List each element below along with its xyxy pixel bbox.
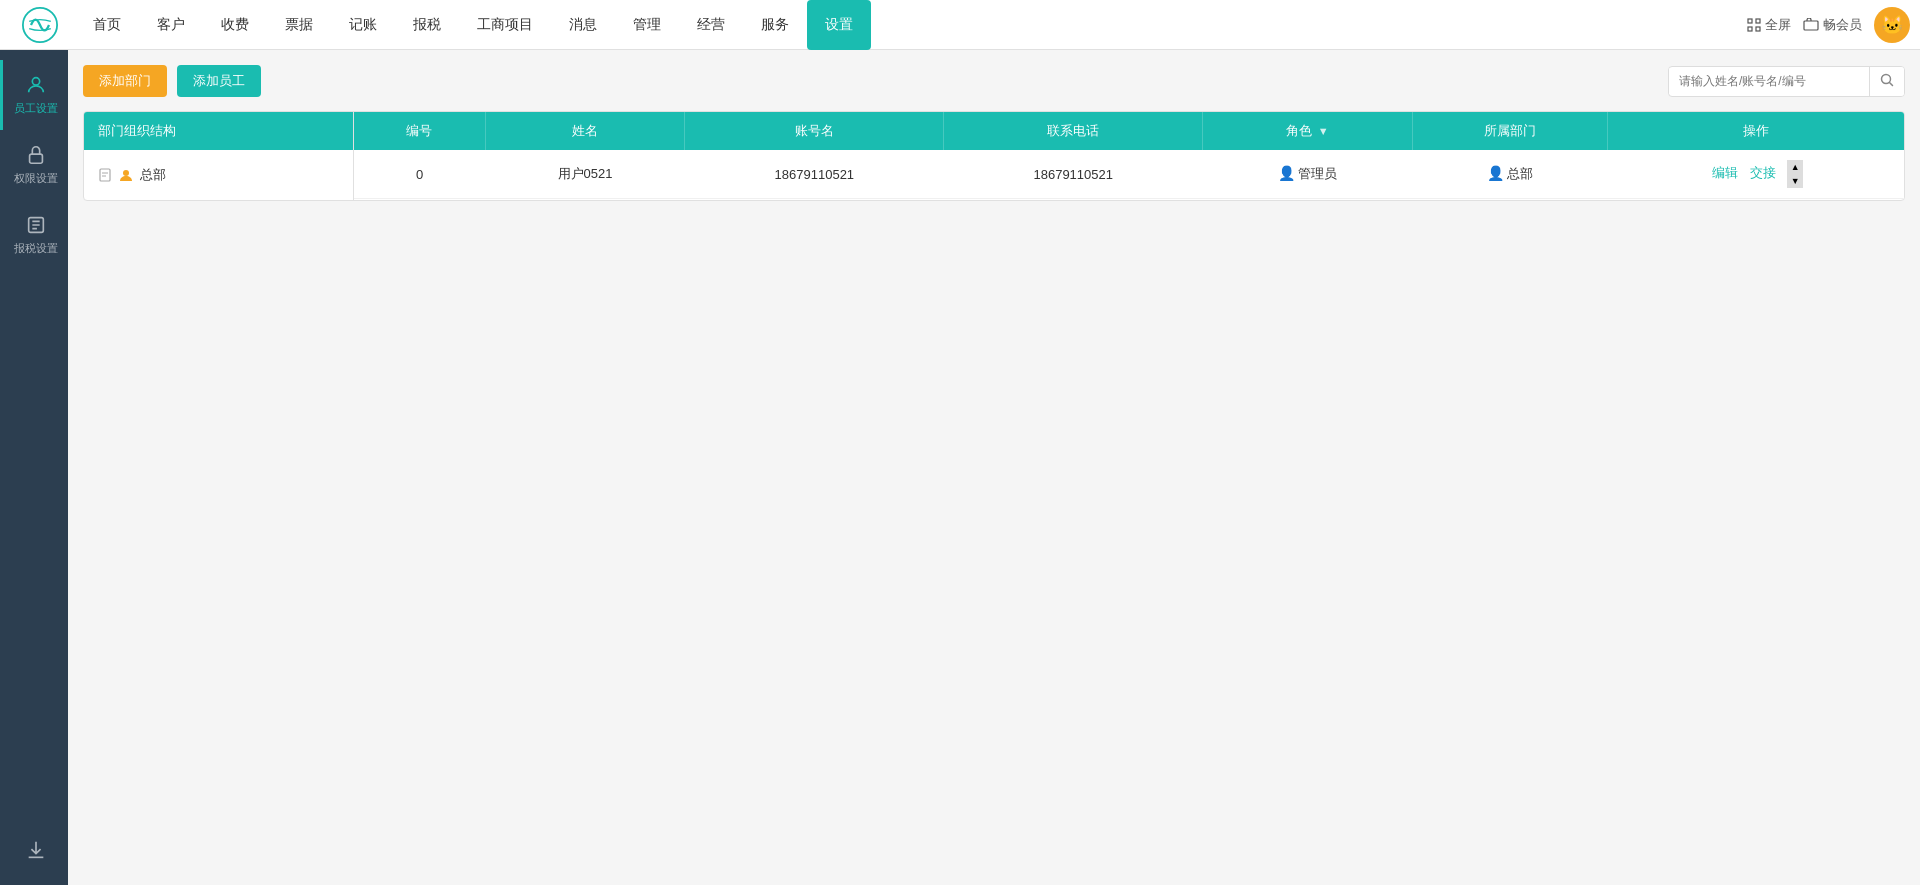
role-filter-icon[interactable]: ▼ (1318, 125, 1329, 137)
tree-node-root[interactable]: 总部 (94, 160, 343, 190)
logo (10, 7, 70, 43)
dept-icon: 👤 (1487, 165, 1504, 181)
nav-item-管理[interactable]: 管理 (615, 0, 679, 50)
dept-user-icon (118, 167, 134, 183)
nav-item-经营[interactable]: 经营 (679, 0, 743, 50)
col-dept: 所属部门 (1412, 112, 1607, 150)
col-phone: 联系电话 (944, 112, 1203, 150)
sidebar-download-btn[interactable] (0, 825, 68, 875)
tree-header: 部门组织结构 (84, 112, 353, 150)
svg-rect-7 (29, 154, 42, 163)
col-actions: 操作 (1607, 112, 1904, 150)
role-icon: 👤 (1278, 165, 1295, 181)
main-nav: 首页客户收费票据记账报税工商项目消息管理经营服务设置 (75, 0, 1747, 50)
nav-item-首页[interactable]: 首页 (75, 0, 139, 50)
search-input[interactable] (1669, 68, 1869, 94)
table-row: 0 用户0521 18679110521 18679110521 👤管理员 👤总… (354, 150, 1904, 199)
add-dept-button[interactable]: 添加部门 (83, 65, 167, 97)
col-account: 账号名 (685, 112, 944, 150)
scroll-up-btn[interactable]: ▲ (1787, 160, 1803, 174)
search-bar (1668, 66, 1905, 97)
svg-rect-3 (1748, 27, 1752, 31)
table-panel: 编号 姓名 账号名 联系电话 角 (354, 112, 1904, 200)
nav-item-服务[interactable]: 服务 (743, 0, 807, 50)
svg-rect-5 (1804, 21, 1818, 30)
fullscreen-btn[interactable]: 全屏 (1747, 16, 1791, 34)
user-avatar[interactable]: 🐱 (1874, 7, 1910, 43)
tree-content: 总部 (84, 150, 353, 200)
search-button[interactable] (1869, 67, 1904, 96)
svg-rect-2 (1756, 19, 1760, 23)
employee-table: 编号 姓名 账号名 联系电话 角 (354, 112, 1904, 199)
topbar: 首页客户收费票据记账报税工商项目消息管理经营服务设置 全屏 畅会员 🐱 (0, 0, 1920, 50)
scroll-down-btn[interactable]: ▼ (1787, 174, 1803, 188)
sidebar-item-tax[interactable]: 报税设置 (0, 200, 68, 270)
nav-item-票据[interactable]: 票据 (267, 0, 331, 50)
fullscreen-label: 全屏 (1765, 16, 1791, 34)
add-employee-button[interactable]: 添加员工 (177, 65, 261, 97)
svg-rect-10 (100, 169, 110, 181)
svg-rect-4 (1756, 27, 1760, 31)
topbar-right: 全屏 畅会员 🐱 (1747, 7, 1910, 43)
cell-id: 0 (354, 150, 485, 199)
svg-point-6 (32, 78, 39, 85)
nav-item-消息[interactable]: 消息 (551, 0, 615, 50)
sidebar: 员工设置 权限设置 报税设置 (0, 50, 68, 885)
vip-btn[interactable]: 畅会员 (1803, 16, 1862, 34)
nav-item-工商项目[interactable]: 工商项目 (459, 0, 551, 50)
main-layout: 员工设置 权限设置 报税设置 (0, 50, 1920, 885)
nav-item-收费[interactable]: 收费 (203, 0, 267, 50)
sidebar-item-tax-label: 报税设置 (14, 241, 58, 256)
panel-layout: 部门组织结构 总部 (83, 111, 1905, 201)
sidebar-item-permission-label: 权限设置 (14, 171, 58, 186)
nav-item-设置[interactable]: 设置 (807, 0, 871, 50)
sidebar-item-permission[interactable]: 权限设置 (0, 130, 68, 200)
nav-item-记账[interactable]: 记账 (331, 0, 395, 50)
col-name: 姓名 (485, 112, 685, 150)
action-编辑[interactable]: 编辑 (1712, 165, 1738, 180)
action-交接[interactable]: 交接 (1750, 165, 1776, 180)
table-header-row: 编号 姓名 账号名 联系电话 角 (354, 112, 1904, 150)
col-id: 编号 (354, 112, 485, 150)
vip-label: 畅会员 (1823, 16, 1862, 34)
nav-item-客户[interactable]: 客户 (139, 0, 203, 50)
sidebar-item-employee[interactable]: 员工设置 (0, 60, 68, 130)
svg-point-11 (123, 170, 129, 176)
content-area: 添加部门 添加员工 部门组织结构 (68, 50, 1920, 885)
svg-rect-1 (1748, 19, 1752, 23)
cell-role: 👤管理员 (1203, 150, 1412, 199)
cell-name: 用户0521 (485, 150, 685, 199)
sidebar-item-employee-label: 员工设置 (14, 101, 58, 116)
cell-actions: 编辑 交接 ▲ ▼ (1607, 150, 1904, 199)
cell-phone: 18679110521 (944, 150, 1203, 199)
file-icon (98, 168, 112, 182)
sidebar-bottom (0, 825, 68, 875)
col-role: 角色 ▼ (1203, 112, 1412, 150)
tree-panel: 部门组织结构 总部 (84, 112, 354, 200)
cell-account: 18679110521 (685, 150, 944, 199)
action-bar: 添加部门 添加员工 (83, 65, 1905, 97)
cell-dept: 👤总部 (1412, 150, 1607, 199)
tree-node-label: 总部 (140, 166, 166, 184)
nav-item-报税[interactable]: 报税 (395, 0, 459, 50)
